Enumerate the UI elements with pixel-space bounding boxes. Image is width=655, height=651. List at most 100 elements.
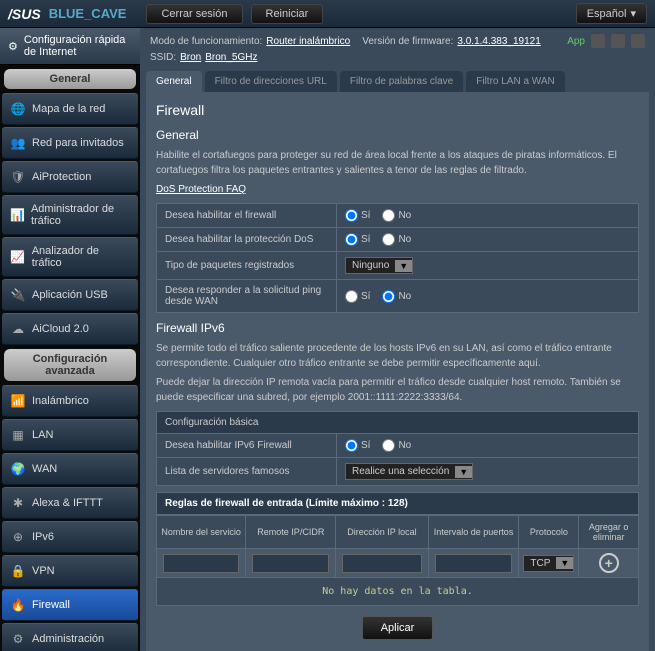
proto-select[interactable]: TCP ▼ <box>523 555 574 572</box>
globe-icon: ⚙ <box>8 40 18 53</box>
enable-fw-no[interactable]: No <box>382 209 411 222</box>
sidebar-icon: 📊 <box>10 207 25 223</box>
ssid1-link[interactable]: Bron <box>180 52 201 63</box>
sidebar-item-advanced-2[interactable]: 🌍WAN <box>2 453 138 485</box>
app-icon-3[interactable] <box>631 34 645 48</box>
ipv6-enable-no[interactable]: No <box>382 439 411 452</box>
add-rule-button[interactable]: + <box>599 553 619 573</box>
main-layout: ⚙ Configuración rápida de Internet Gener… <box>0 28 655 651</box>
sidebar-item-general-1[interactable]: 👥Red para invitados <box>2 127 138 159</box>
enable-fw-radio: Sí No <box>345 209 630 222</box>
enable-dos-yes[interactable]: Sí <box>345 233 370 246</box>
sidebar-icon: 👥 <box>10 135 26 151</box>
input-service[interactable] <box>163 554 239 573</box>
no-data-message: No hay datos en la tabla. <box>156 578 639 606</box>
sidebar-icon: 📶 <box>10 393 26 409</box>
row-enable-dos-label: Desea habilitar la protección DoS <box>157 228 337 252</box>
ping-wan-no[interactable]: No <box>382 290 411 303</box>
top-header: /SUS BLUE_CAVE Cerrar sesión Reiniciar E… <box>0 0 655 28</box>
row-ping-wan-label: Desea responder a la solicitud ping desd… <box>157 280 337 313</box>
ipv6-desc2: Puede dejar la dirección IP remota vacía… <box>156 375 639 405</box>
sidebar-icon: 🌍 <box>10 461 26 477</box>
content-area: Modo de funcionamiento: Router inalámbri… <box>140 28 655 651</box>
sidebar-icon: ▦ <box>10 427 26 443</box>
ipv6-basic-header: Configuración básica <box>157 412 639 434</box>
sidebar-item-label: Administración <box>32 633 104 645</box>
page-title: Firewall <box>156 102 639 118</box>
sidebar-item-advanced-5[interactable]: 🔒 VPN <box>2 555 138 587</box>
reboot-button[interactable]: Reiniciar <box>251 4 324 24</box>
sidebar-item-advanced-7[interactable]: ⚙Administración <box>2 623 138 651</box>
input-local[interactable] <box>342 554 421 573</box>
sidebar-icon: 🔌 <box>10 287 26 303</box>
sidebar-item-advanced-0[interactable]: 📶 Inalámbrico <box>2 385 138 417</box>
section-ipv6: Firewall IPv6 <box>156 321 639 335</box>
sidebar-item-label: Alexa & IFTTT <box>32 497 103 509</box>
col-service: Nombre del servicio <box>157 516 246 549</box>
input-remote[interactable] <box>252 554 329 573</box>
tab-general[interactable]: General <box>146 71 202 92</box>
product-name: BLUE_CAVE <box>49 6 127 21</box>
proto-value: TCP <box>524 556 556 571</box>
input-ports[interactable] <box>435 554 513 573</box>
language-select[interactable]: Español ▾ <box>576 3 647 24</box>
app-icon-1[interactable] <box>591 34 605 48</box>
sidebar-item-label: Firewall <box>32 599 70 611</box>
col-proto: Protocolo <box>519 516 579 549</box>
sidebar-item-label: Aplicación USB <box>32 289 108 301</box>
sidebar-item-label: Analizador de tráfico <box>32 245 130 269</box>
sidebar-icon: ☁ <box>10 321 26 337</box>
app-icon-2[interactable] <box>611 34 625 48</box>
info-row-mode: Modo de funcionamiento: Router inalámbri… <box>146 32 649 50</box>
enable-dos-no[interactable]: No <box>382 233 411 246</box>
sidebar-item-advanced-4[interactable]: ⊕IPv6 <box>2 521 138 553</box>
ipv6-enable-yes[interactable]: Sí <box>345 439 370 452</box>
sidebar-quick-setup[interactable]: ⚙ Configuración rápida de Internet <box>0 28 140 65</box>
enable-fw-yes[interactable]: Sí <box>345 209 370 222</box>
tab-url-filter[interactable]: Filtro de direcciones URL <box>205 71 337 92</box>
sidebar-header-general: General <box>4 69 136 89</box>
apply-button[interactable]: Aplicar <box>362 616 434 640</box>
enable-dos-radio: Sí No <box>345 233 630 246</box>
pkt-type-select[interactable]: Ninguno ▼ <box>345 257 413 274</box>
sidebar-icon: 🛡 <box>10 169 26 185</box>
fw-link[interactable]: 3.0.1.4.383_19121 <box>457 36 540 47</box>
logout-button[interactable]: Cerrar sesión <box>146 4 242 24</box>
sidebar-item-advanced-1[interactable]: ▦ LAN <box>2 419 138 451</box>
tab-keyword-filter[interactable]: Filtro de palabras clave <box>340 71 463 92</box>
sidebar-icon: 🔥 <box>10 597 26 613</box>
servers-select[interactable]: Realice una selección ▼ <box>345 463 473 480</box>
chevron-down-icon: ▼ <box>395 260 412 272</box>
mode-label: Modo de funcionamiento: <box>150 36 262 47</box>
ping-wan-yes[interactable]: Sí <box>345 290 370 303</box>
info-row-ssid: SSID: Bron Bron_5GHz <box>146 50 649 65</box>
mode-link[interactable]: Router inalámbrico <box>266 36 350 47</box>
sidebar-item-general-6[interactable]: ☁ AiCloud 2.0 <box>2 313 138 345</box>
firewall-settings-table: Desea habilitar el firewall Sí No Desea … <box>156 203 639 313</box>
sidebar-item-general-3[interactable]: 📊Administrador de tráfico <box>2 195 138 235</box>
sidebar-icon: ✱ <box>10 495 26 511</box>
tab-bar: General Filtro de direcciones URL Filtro… <box>146 71 649 92</box>
row-pkt-type-label: Tipo de paquetes registrados <box>157 252 337 280</box>
sidebar-item-general-4[interactable]: 📈 Analizador de tráfico <box>2 237 138 277</box>
ssid2-link[interactable]: Bron_5GHz <box>205 52 257 63</box>
chevron-down-icon: ▼ <box>556 557 573 569</box>
tab-lan-wan-filter[interactable]: Filtro LAN a WAN <box>466 71 565 92</box>
sidebar-item-label: IPv6 <box>32 531 54 543</box>
sidebar-item-general-5[interactable]: 🔌 Aplicación USB <box>2 279 138 311</box>
sidebar-item-advanced-3[interactable]: ✱ Alexa & IFTTT <box>2 487 138 519</box>
chevron-down-icon: ▼ <box>455 466 472 478</box>
ipv6-settings-table: Configuración básica Desea habilitar IPv… <box>156 411 639 486</box>
sidebar-icon: 📈 <box>10 249 26 265</box>
firewall-panel: Firewall General Habilite el cortafuegos… <box>146 92 649 651</box>
sidebar-item-general-0[interactable]: 🌐Mapa de la red <box>2 93 138 125</box>
sidebar-item-label: LAN <box>32 429 53 441</box>
sidebar-item-general-2[interactable]: 🛡AiProtection <box>2 161 138 193</box>
sidebar-icon: 🔒 <box>10 563 26 579</box>
sidebar-item-label: VPN <box>32 565 55 577</box>
sidebar-item-label: Inalámbrico <box>32 395 89 407</box>
sidebar-item-advanced-6[interactable]: 🔥 Firewall <box>2 589 138 621</box>
dos-faq-link[interactable]: DoS Protection FAQ <box>156 184 246 195</box>
sidebar-item-label: AiCloud 2.0 <box>32 323 89 335</box>
app-link[interactable]: App <box>567 36 585 47</box>
